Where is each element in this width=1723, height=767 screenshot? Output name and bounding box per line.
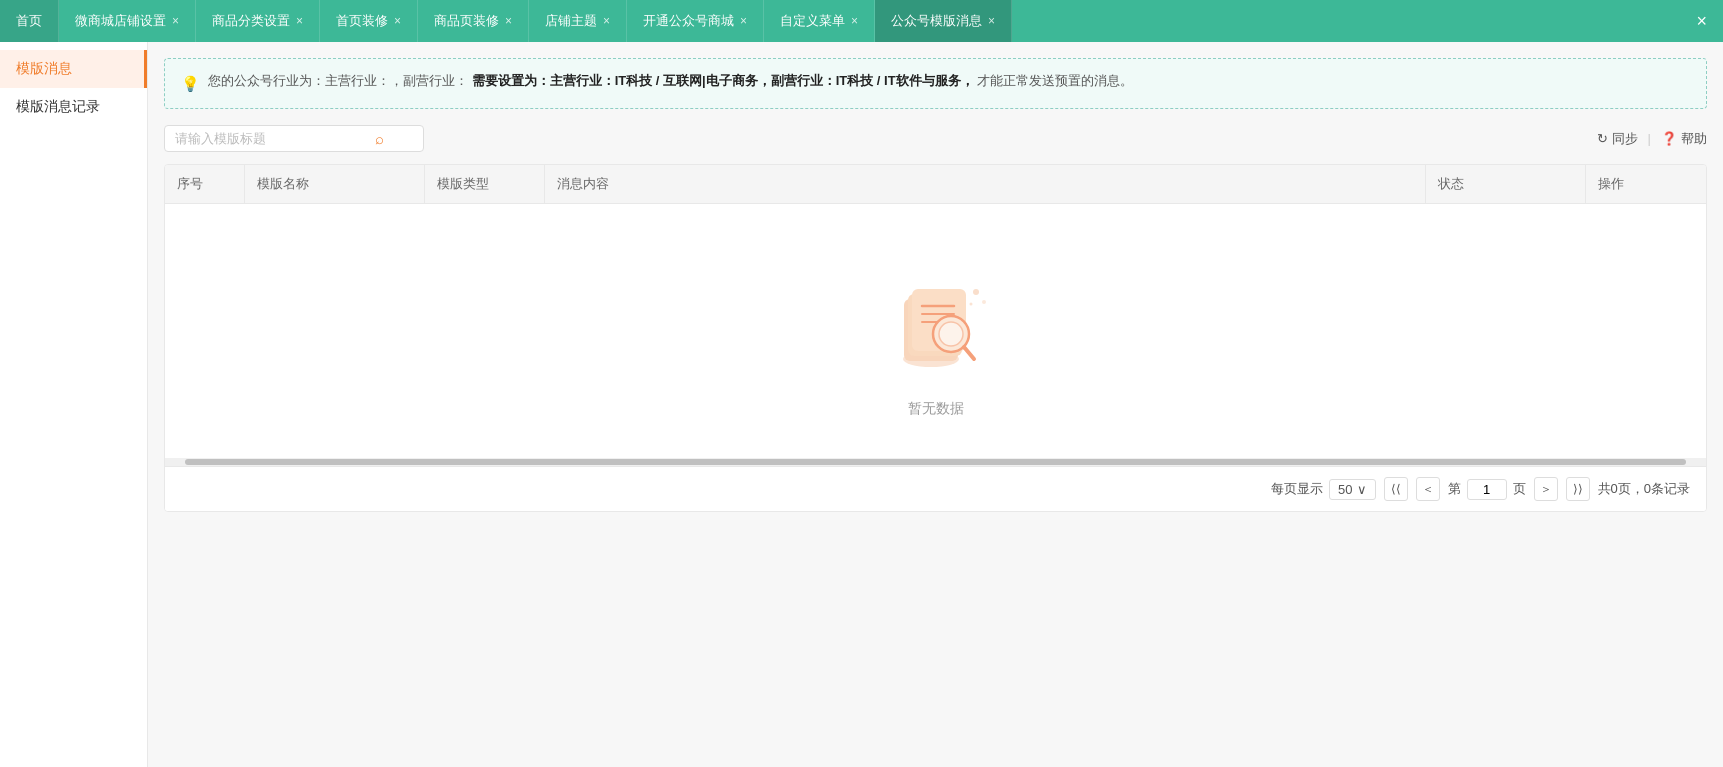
nav-tab-shop-settings-label: 微商城店铺设置 bbox=[75, 12, 166, 30]
top-nav: 首页 微商城店铺设置 × 商品分类设置 × 首页装修 × 商品页装修 × 店铺主… bbox=[0, 0, 1723, 42]
th-seq: 序号 bbox=[165, 165, 245, 203]
close-icon[interactable]: × bbox=[988, 14, 995, 28]
th-content: 消息内容 bbox=[545, 165, 1426, 203]
sync-button[interactable]: ↻ 同步 bbox=[1597, 130, 1638, 148]
scrollbar-thumb[interactable] bbox=[185, 459, 1686, 465]
close-icon[interactable]: × bbox=[505, 14, 512, 28]
th-name: 模版名称 bbox=[245, 165, 425, 203]
th-action: 操作 bbox=[1586, 165, 1706, 203]
content-area: 💡 您的公众号行业为：主营行业：，副营行业： 需要设置为：主营行业：IT科技 /… bbox=[148, 42, 1723, 767]
nav-tab-store-theme[interactable]: 店铺主题 × bbox=[529, 0, 627, 42]
nav-tab-shop-settings[interactable]: 微商城店铺设置 × bbox=[59, 0, 196, 42]
page-size-value: 50 bbox=[1338, 482, 1352, 497]
nav-tab-product-category[interactable]: 商品分类设置 × bbox=[196, 0, 320, 42]
search-actions: ↻ 同步 | ❓ 帮助 bbox=[1597, 130, 1707, 148]
sidebar-item-template-msg-log-label: 模版消息记录 bbox=[16, 98, 100, 114]
nav-tab-template-msg[interactable]: 公众号模版消息 × bbox=[875, 0, 1012, 42]
main-layout: 模版消息 模版消息记录 💡 您的公众号行业为：主营行业：，副营行业： 需要设置为… bbox=[0, 42, 1723, 767]
search-input[interactable] bbox=[175, 131, 375, 146]
table-header: 序号 模版名称 模版类型 消息内容 状态 操作 bbox=[165, 165, 1706, 204]
empty-illustration bbox=[876, 264, 996, 384]
sync-label: 同步 bbox=[1612, 130, 1638, 148]
page-input: 第 页 bbox=[1448, 479, 1526, 500]
svg-line-9 bbox=[964, 347, 974, 359]
nav-tab-home[interactable]: 首页 bbox=[0, 0, 59, 42]
nav-tab-template-msg-label: 公众号模版消息 bbox=[891, 12, 982, 30]
page-number-input[interactable] bbox=[1467, 479, 1507, 500]
next-page-button[interactable]: ＞ bbox=[1534, 477, 1558, 501]
bulb-icon: 💡 bbox=[181, 72, 200, 96]
sidebar-item-template-msg-log[interactable]: 模版消息记录 bbox=[0, 88, 147, 126]
nav-tab-custom-menu[interactable]: 自定义菜单 × bbox=[764, 0, 875, 42]
notice-box: 💡 您的公众号行业为：主营行业：，副营行业： 需要设置为：主营行业：IT科技 /… bbox=[164, 58, 1707, 109]
close-icon[interactable]: × bbox=[296, 14, 303, 28]
nav-tab-product-page-decor-label: 商品页装修 bbox=[434, 12, 499, 30]
nav-tab-product-category-label: 商品分类设置 bbox=[212, 12, 290, 30]
close-icon[interactable]: × bbox=[172, 14, 179, 28]
total-info: 共0页，0条记录 bbox=[1598, 480, 1690, 498]
divider: | bbox=[1648, 131, 1651, 146]
th-type: 模版类型 bbox=[425, 165, 545, 203]
sidebar-item-template-msg-label: 模版消息 bbox=[16, 60, 72, 76]
empty-text: 暂无数据 bbox=[908, 400, 964, 418]
sidebar: 模版消息 模版消息记录 bbox=[0, 42, 148, 767]
svg-point-11 bbox=[982, 300, 986, 304]
nav-tab-home-label: 首页 bbox=[16, 12, 42, 30]
pagination: 每页显示 50 ∨ ⟨⟨ ＜ 第 页 ＞ ⟩⟩ 共0页，0条记录 bbox=[165, 466, 1706, 511]
sync-icon: ↻ bbox=[1597, 131, 1608, 146]
sidebar-item-template-msg[interactable]: 模版消息 bbox=[0, 50, 147, 88]
page-prefix-label: 第 bbox=[1448, 480, 1461, 498]
last-page-button[interactable]: ⟩⟩ bbox=[1566, 477, 1590, 501]
svg-point-12 bbox=[969, 303, 972, 306]
help-button[interactable]: ❓ 帮助 bbox=[1661, 130, 1707, 148]
search-bar: ⌕ ↻ 同步 | ❓ 帮助 bbox=[164, 125, 1707, 152]
help-icon: ❓ bbox=[1661, 131, 1677, 146]
page-size-dropdown[interactable]: 50 ∨ bbox=[1329, 479, 1375, 500]
nav-tab-product-page-decor[interactable]: 商品页装修 × bbox=[418, 0, 529, 42]
dropdown-arrow-icon: ∨ bbox=[1357, 482, 1367, 497]
prev-page-button[interactable]: ＜ bbox=[1416, 477, 1440, 501]
nav-tab-open-mall[interactable]: 开通公众号商城 × bbox=[627, 0, 764, 42]
close-icon[interactable]: × bbox=[851, 14, 858, 28]
search-icon[interactable]: ⌕ bbox=[375, 130, 384, 147]
close-all-tabs-button[interactable]: × bbox=[1680, 11, 1723, 32]
svg-point-8 bbox=[939, 322, 963, 346]
help-label: 帮助 bbox=[1681, 130, 1707, 148]
notice-highlight: 需要设置为：主营行业：IT科技 / 互联网|电子商务，副营行业：IT科技 / I… bbox=[472, 73, 974, 88]
close-icon[interactable]: × bbox=[394, 14, 401, 28]
page-size-select: 每页显示 50 ∨ bbox=[1271, 479, 1375, 500]
page-unit-label: 页 bbox=[1513, 480, 1526, 498]
nav-tab-custom-menu-label: 自定义菜单 bbox=[780, 12, 845, 30]
data-table: 序号 模版名称 模版类型 消息内容 状态 操作 bbox=[164, 164, 1707, 512]
horizontal-scrollbar[interactable] bbox=[165, 458, 1706, 466]
empty-state: 暂无数据 bbox=[165, 204, 1706, 458]
notice-text: 您的公众号行业为：主营行业：，副营行业： 需要设置为：主营行业：IT科技 / 互… bbox=[208, 71, 1133, 92]
close-icon[interactable]: × bbox=[740, 14, 747, 28]
th-status: 状态 bbox=[1426, 165, 1586, 203]
nav-tab-homepage-decor-label: 首页装修 bbox=[336, 12, 388, 30]
search-input-wrap[interactable]: ⌕ bbox=[164, 125, 424, 152]
nav-tab-homepage-decor[interactable]: 首页装修 × bbox=[320, 0, 418, 42]
nav-tab-open-mall-label: 开通公众号商城 bbox=[643, 12, 734, 30]
first-page-button[interactable]: ⟨⟨ bbox=[1384, 477, 1408, 501]
svg-point-10 bbox=[973, 289, 979, 295]
page-size-label: 每页显示 bbox=[1271, 480, 1323, 498]
close-icon[interactable]: × bbox=[603, 14, 610, 28]
nav-tab-store-theme-label: 店铺主题 bbox=[545, 12, 597, 30]
